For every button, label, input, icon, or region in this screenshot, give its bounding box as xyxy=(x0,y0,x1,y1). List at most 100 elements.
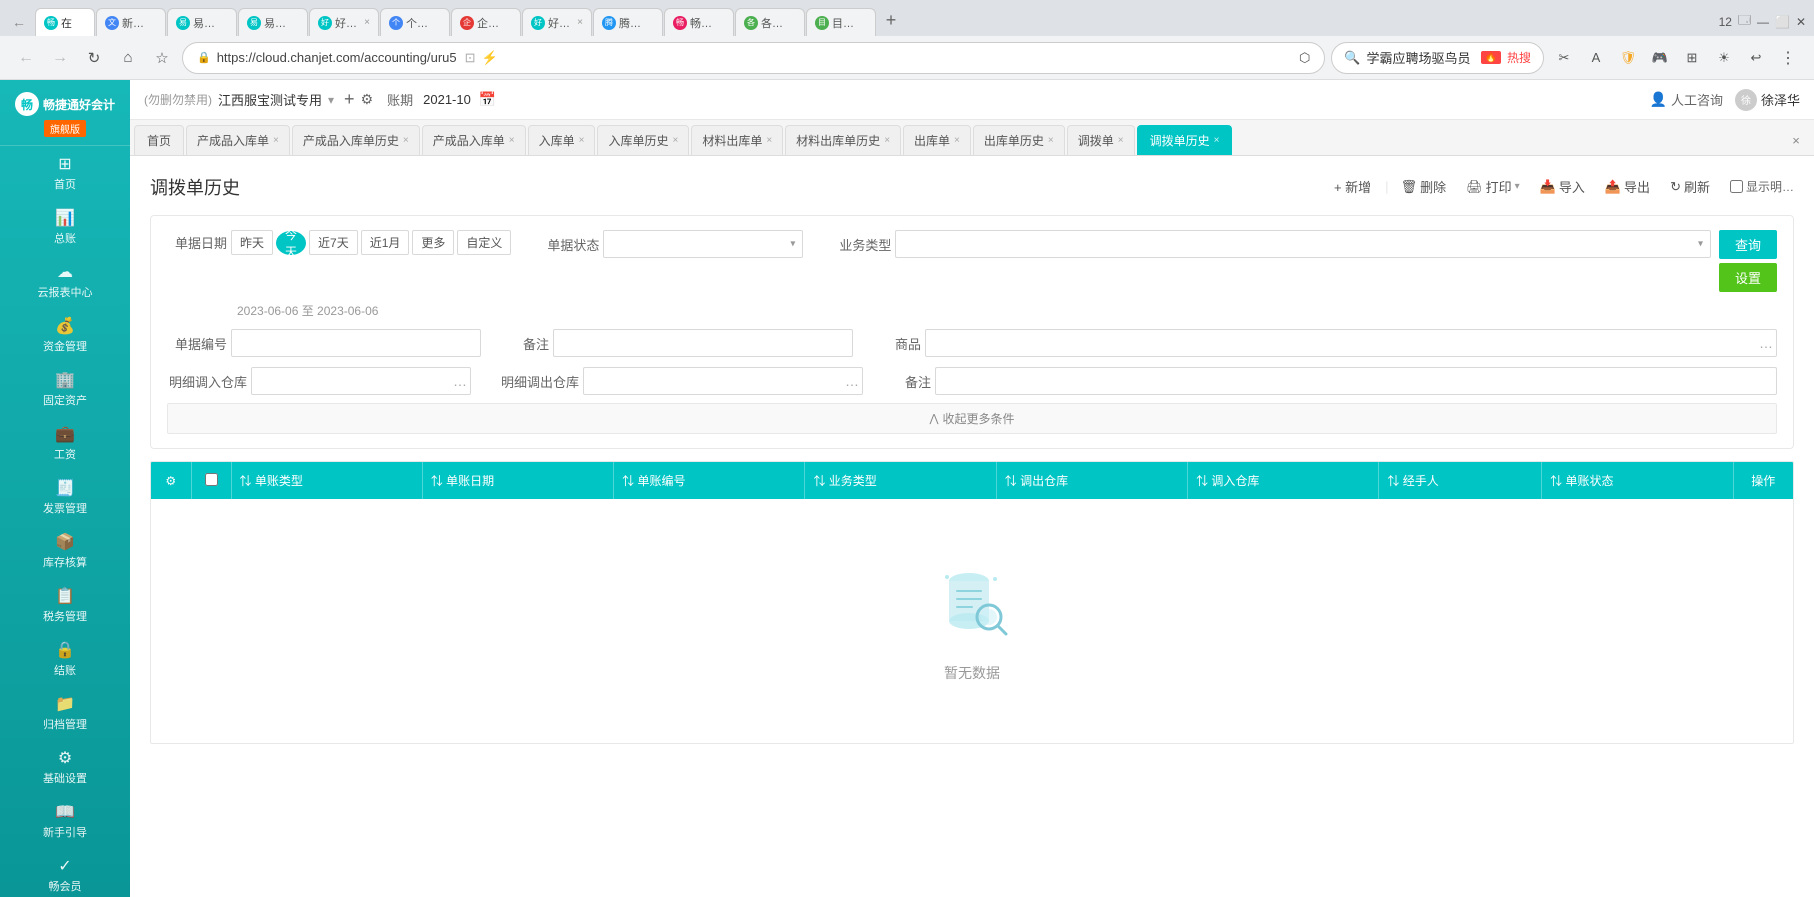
sidebar-item-payroll[interactable]: 💼 工资 xyxy=(0,416,130,470)
browser-tab-mu[interactable]: 目 目… xyxy=(806,8,876,36)
user-info[interactable]: 徐 徐泽华 xyxy=(1735,89,1800,111)
browser-tab-hao1[interactable]: 好 好… × xyxy=(309,8,379,36)
show-all-checkbox[interactable] xyxy=(1730,180,1743,193)
biz-type-select[interactable] xyxy=(895,230,1711,258)
th-doc-number[interactable]: ⇅ 单账编号 xyxy=(614,462,805,499)
close-all-tabs-button[interactable]: × xyxy=(1782,125,1810,155)
tab-in[interactable]: 入库单 × xyxy=(528,125,596,155)
close-tab-product-in2[interactable]: × xyxy=(509,135,515,146)
toolbar-game[interactable]: 🎮 xyxy=(1646,44,1674,72)
settings-icon[interactable]: ⚙ xyxy=(361,91,374,108)
export-button[interactable]: 📤 导出 xyxy=(1597,172,1658,201)
browser-tab-ge[interactable]: 个 个… xyxy=(380,8,450,36)
tab-product-in[interactable]: 产成品入库单 × xyxy=(186,125,290,155)
goods-ellipsis-icon[interactable]: … xyxy=(1759,335,1773,351)
browser-tab-hao2[interactable]: 好 好… × xyxy=(522,8,592,36)
toolbar-more[interactable]: ⋮ xyxy=(1774,44,1802,72)
home-browser-button[interactable]: ⌂ xyxy=(114,44,142,72)
new-tab-button[interactable]: + xyxy=(877,6,905,34)
browser-tab-new[interactable]: 文 新… xyxy=(96,8,166,36)
detail-out-ellipsis-icon[interactable]: … xyxy=(845,373,859,389)
tab-out-history[interactable]: 出库单历史 × xyxy=(973,125,1065,155)
th-doc-type[interactable]: ⇅ 单账类型 xyxy=(231,462,422,499)
toolbar-grid[interactable]: ⊞ xyxy=(1678,44,1706,72)
sidebar-item-tax[interactable]: 📋 税务管理 xyxy=(0,578,130,632)
browser-tab-teng[interactable]: 腾 腾… xyxy=(593,8,663,36)
date-btn-today[interactable]: 今天 xyxy=(276,231,306,255)
goods-input[interactable] xyxy=(925,329,1777,357)
select-all-checkbox[interactable] xyxy=(205,473,218,486)
close-tab-in-history[interactable]: × xyxy=(672,135,678,146)
status-select[interactable] xyxy=(603,230,803,258)
th-checkbox[interactable] xyxy=(191,462,231,499)
browser-tab-1[interactable]: 畅 在 xyxy=(35,8,95,36)
close-tab-material-out-history[interactable]: × xyxy=(884,135,890,146)
tab-product-in-history[interactable]: 产成品入库单历史 × xyxy=(292,125,420,155)
detail-remark-input[interactable] xyxy=(935,367,1777,395)
toolbar-brightness[interactable]: ☀ xyxy=(1710,44,1738,72)
toolbar-undo[interactable]: ↩ xyxy=(1742,44,1770,72)
show-all-checkbox-label[interactable]: 显示明… xyxy=(1730,178,1794,195)
detail-out-input[interactable] xyxy=(583,367,863,395)
company-dropdown-icon[interactable]: ▾ xyxy=(328,93,334,107)
close-tab-product-in[interactable]: × xyxy=(273,135,279,146)
th-in-warehouse[interactable]: ⇅ 调入仓库 xyxy=(1188,462,1379,499)
date-btn-yesterday[interactable]: 昨天 xyxy=(231,230,273,255)
sidebar-item-guide[interactable]: 📖 新手引导 xyxy=(0,794,130,848)
sidebar-item-cloud-report[interactable]: ☁ 云报表中心 xyxy=(0,254,130,308)
browser-tab-yi2[interactable]: 易 易… xyxy=(238,8,308,36)
sidebar-item-capital[interactable]: 💰 资金管理 xyxy=(0,308,130,362)
tab-transfer-history[interactable]: 调拨单历史 × xyxy=(1137,125,1233,155)
sidebar-item-general-ledger[interactable]: 📊 总账 xyxy=(0,200,130,254)
close-tab-transfer-history[interactable]: × xyxy=(1214,135,1220,146)
sidebar-item-member[interactable]: ✓ 畅会员 xyxy=(0,848,130,897)
tab-home[interactable]: 首页 xyxy=(134,125,184,155)
add-company-button[interactable]: + xyxy=(344,89,355,110)
address-bar[interactable]: 🔒 https://cloud.chanjet.com/accounting/u… xyxy=(182,42,1325,74)
close-tab-in[interactable]: × xyxy=(579,135,585,146)
close-tab-transfer[interactable]: × xyxy=(1118,135,1124,146)
new-button[interactable]: + 新增 xyxy=(1324,172,1381,201)
close-tab-material-out[interactable]: × xyxy=(766,135,772,146)
th-out-warehouse[interactable]: ⇅ 调出仓库 xyxy=(996,462,1187,499)
tab-transfer[interactable]: 调拨单 × xyxy=(1067,125,1135,155)
bookmark-button[interactable]: ☆ xyxy=(148,44,176,72)
close-tab-product-in-history[interactable]: × xyxy=(403,135,409,146)
th-handler[interactable]: ⇅ 经手人 xyxy=(1379,462,1542,499)
toolbar-translate[interactable]: A xyxy=(1582,44,1610,72)
back-button[interactable]: ← xyxy=(12,44,40,72)
remark-input[interactable] xyxy=(553,329,853,357)
setting-button[interactable]: 设置 xyxy=(1719,263,1777,292)
sidebar-item-basic-settings[interactable]: ⚙ 基础设置 xyxy=(0,740,130,794)
query-button[interactable]: 查询 xyxy=(1719,230,1777,259)
company-name[interactable]: 江西服宝测试专用 xyxy=(218,90,322,109)
th-settings[interactable]: ⚙ xyxy=(151,462,191,499)
close-tab-out[interactable]: × xyxy=(954,135,960,146)
date-btn-1month[interactable]: 近1月 xyxy=(361,230,410,255)
refresh-page-button[interactable]: ↻ 刷新 xyxy=(1662,172,1718,201)
detail-in-input[interactable] xyxy=(251,367,471,395)
detail-in-ellipsis-icon[interactable]: … xyxy=(453,373,467,389)
service-button[interactable]: 👤 人工咨询 xyxy=(1650,90,1723,109)
doc-number-input[interactable] xyxy=(231,329,481,357)
refresh-browser-button[interactable]: ↻ xyxy=(80,44,108,72)
sidebar-item-home[interactable]: ⊞ 首页 xyxy=(0,146,130,200)
calendar-icon[interactable]: 📅 xyxy=(479,91,496,108)
date-btn-7days[interactable]: 近7天 xyxy=(309,230,358,255)
tab-material-out-history[interactable]: 材料出库单历史 × xyxy=(785,125,901,155)
browser-tab-qi[interactable]: 企 企… xyxy=(451,8,521,36)
collapse-button[interactable]: ⋀ 收起更多条件 xyxy=(167,403,1777,434)
date-btn-custom[interactable]: 自定义 xyxy=(457,230,511,255)
close-tab-out-history[interactable]: × xyxy=(1048,135,1054,146)
toolbar-wallet[interactable]: 🛡 xyxy=(1614,44,1642,72)
sidebar-item-inventory[interactable]: 📦 库存核算 xyxy=(0,524,130,578)
sidebar-item-closing[interactable]: 🔒 结账 xyxy=(0,632,130,686)
tab-in-history[interactable]: 入库单历史 × xyxy=(597,125,689,155)
browser-tab-yi1[interactable]: 易 易… xyxy=(167,8,237,36)
sidebar-item-fixed-assets[interactable]: 🏢 固定资产 xyxy=(0,362,130,416)
import-button[interactable]: 📥 导入 xyxy=(1532,172,1593,201)
toolbar-cut[interactable]: ✂ xyxy=(1550,44,1578,72)
tab-material-out[interactable]: 材料出库单 × xyxy=(691,125,783,155)
th-biz-type[interactable]: ⇅ 业务类型 xyxy=(805,462,996,499)
forward-button[interactable]: → xyxy=(46,44,74,72)
